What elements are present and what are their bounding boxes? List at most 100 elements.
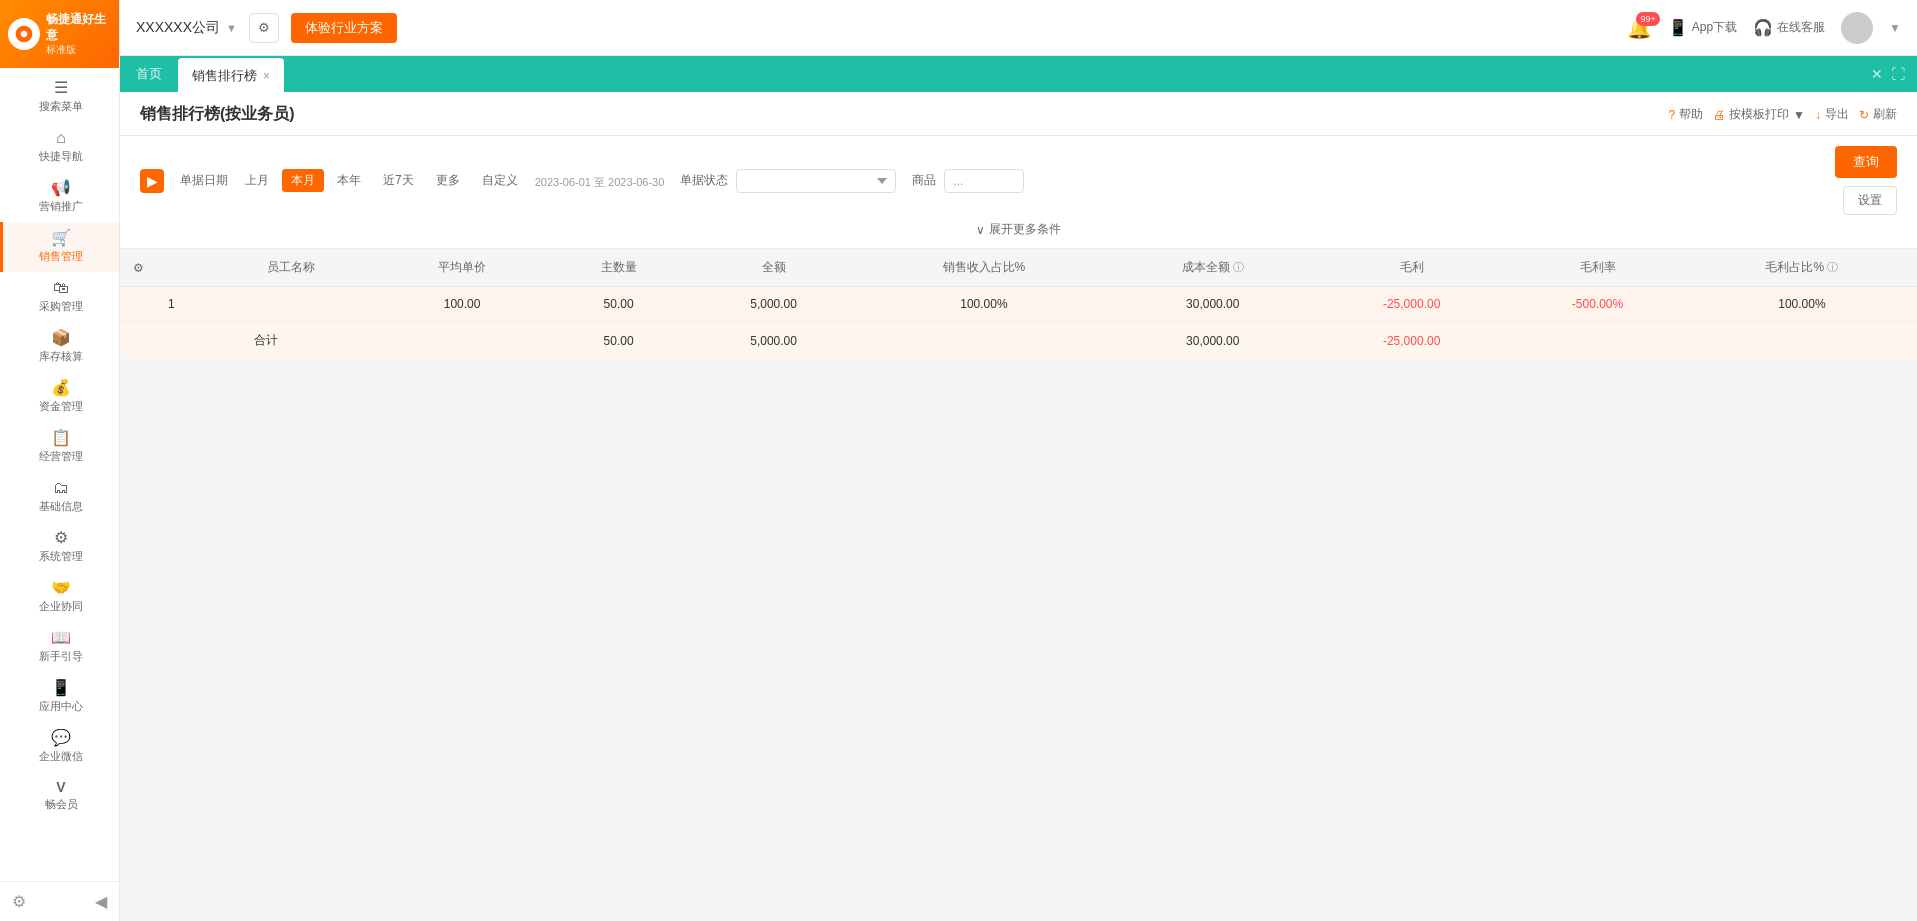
home-icon: ⌂ xyxy=(56,130,66,146)
tab-close-icon[interactable]: × xyxy=(263,69,270,83)
sidebar-item-marketing[interactable]: 📢 营销推广 xyxy=(0,172,119,222)
sidebar-item-search-menu[interactable]: ☰ 搜索菜单 xyxy=(0,72,119,122)
online-service-label: 在线客服 xyxy=(1777,19,1825,36)
table-wrapper: ⚙ 员工名称 平均单价 主数量 全额 销售收入占比% 成本全额 ⓘ 毛利 xyxy=(120,249,1917,921)
col-rank-header xyxy=(156,249,206,287)
col-amount-header: 全额 xyxy=(690,249,858,287)
table-row: 1 100.00 50.00 5,000.00 100.00% 30,000.0… xyxy=(120,287,1917,322)
filter-expand-arrow[interactable]: ▶ xyxy=(140,169,164,193)
template-print-label: 按模板打印 xyxy=(1729,106,1789,123)
tab-home[interactable]: 首页 xyxy=(120,56,178,92)
date-tab-last-7-days[interactable]: 近7天 xyxy=(374,169,423,192)
purchase-icon: 🛍 xyxy=(53,280,69,296)
close-window-icon[interactable]: ✕ xyxy=(1871,66,1883,82)
template-print-button[interactable]: 🖨 按模板打印 ▼ xyxy=(1713,106,1805,123)
sidebar-item-label: 系统管理 xyxy=(39,549,83,564)
sidebar-item-wechat[interactable]: 💬 企业微信 xyxy=(0,722,119,772)
notification-bell[interactable]: 🔔 99+ xyxy=(1627,16,1652,40)
row-rank-cell: 1 xyxy=(156,287,206,322)
app-logo: 畅捷通好生意 标准版 xyxy=(0,0,119,68)
sidebar-item-finance[interactable]: 💰 资金管理 xyxy=(0,372,119,422)
trial-plan-button[interactable]: 体验行业方案 xyxy=(291,13,397,43)
sidebar-item-basic-info[interactable]: 🗂 基础信息 xyxy=(0,472,119,522)
company-name: XXXXXX公司 xyxy=(136,19,220,37)
export-icon: ↓ xyxy=(1815,108,1821,122)
sidebar-item-label: 新手引导 xyxy=(39,649,83,664)
sidebar-item-sales[interactable]: 🛒 销售管理 xyxy=(0,222,119,272)
topbar: XXXXXX公司 ▼ ⚙ 体验行业方案 🔔 99+ 📱 App下载 🎧 在线客服 xyxy=(120,0,1917,56)
page-header: 销售排行榜(按业务员) ? 帮助 🖨 按模板打印 ▼ ↓ 导出 ↻ 刷新 xyxy=(120,92,1917,136)
date-tab-custom[interactable]: 自定义 xyxy=(473,169,527,192)
tab-sales-ranking[interactable]: 销售排行榜 × xyxy=(178,58,284,94)
sidebar-item-label: 销售管理 xyxy=(39,249,83,264)
col-avg-price-header: 平均单价 xyxy=(377,249,548,287)
sidebar-item-operations[interactable]: 📋 经营管理 xyxy=(0,422,119,472)
sidebar-item-collaboration[interactable]: 🤝 企业协同 xyxy=(0,572,119,622)
date-tab-more[interactable]: 更多 xyxy=(427,169,469,192)
sidebar-item-label: 采购管理 xyxy=(39,299,83,314)
footer-qty-cell: 50.00 xyxy=(547,322,689,360)
headset-icon: 🎧 xyxy=(1753,18,1773,37)
sidebar-nav: ☰ 搜索菜单 ⌂ 快捷导航 📢 营销推广 🛒 销售管理 🛍 采购管理 📦 库存核… xyxy=(0,68,119,881)
app-download-action[interactable]: 📱 App下载 xyxy=(1668,18,1737,37)
app-center-icon: 📱 xyxy=(51,680,71,696)
sidebar-item-label: 基础信息 xyxy=(39,499,83,514)
filter-bar: ▶ 单据日期 上月 本月 本年 近7天 更多 自定义 2023-06-01 至 … xyxy=(120,136,1917,249)
sidebar-item-quick-nav[interactable]: ⌂ 快捷导航 xyxy=(0,122,119,172)
app-brand-text: 畅捷通好生意 标准版 xyxy=(46,12,111,56)
collapse-sidebar-icon[interactable]: ◀ xyxy=(95,892,107,911)
tabbar: 首页 销售排行榜 × ✕ ⛶ xyxy=(120,56,1917,92)
footer-avg-price-cell xyxy=(377,322,548,360)
cost-info-icon: ⓘ xyxy=(1233,261,1244,273)
date-tab-this-year[interactable]: 本年 xyxy=(328,169,370,192)
maximize-window-icon[interactable]: ⛶ xyxy=(1891,66,1905,82)
main-content: XXXXXX公司 ▼ ⚙ 体验行业方案 🔔 99+ 📱 App下载 🎧 在线客服 xyxy=(120,0,1917,921)
date-tab-last-month[interactable]: 上月 xyxy=(236,169,278,192)
inventory-icon: 📦 xyxy=(51,330,71,346)
date-range-text: 2023-06-01 至 2023-06-30 xyxy=(535,176,665,188)
sidebar-item-label: 搜索菜单 xyxy=(39,99,83,114)
column-settings-icon[interactable]: ⚙ xyxy=(133,261,144,275)
status-filter-select[interactable] xyxy=(736,169,896,193)
sidebar-item-guide[interactable]: 📖 新手引导 xyxy=(0,622,119,672)
settings-button[interactable]: 设置 xyxy=(1843,186,1897,215)
date-tab-this-month[interactable]: 本月 xyxy=(282,169,324,192)
col-qty-header: 主数量 xyxy=(547,249,689,287)
footer-sales-pct-cell xyxy=(857,322,1110,360)
wechat-icon: 💬 xyxy=(51,730,71,746)
online-service-action[interactable]: 🎧 在线客服 xyxy=(1753,18,1825,37)
help-button[interactable]: ? 帮助 xyxy=(1668,106,1703,123)
company-selector[interactable]: XXXXXX公司 ▼ xyxy=(136,19,237,37)
settings-footer-icon[interactable]: ⚙ xyxy=(12,892,26,911)
sidebar-item-system[interactable]: ⚙ 系统管理 xyxy=(0,522,119,572)
query-button[interactable]: 查询 xyxy=(1835,146,1897,178)
date-filter-group: 单据日期 上月 本月 本年 近7天 更多 自定义 2023-06-01 至 20… xyxy=(180,169,664,192)
window-controls: ✕ ⛶ xyxy=(1859,66,1917,82)
sidebar-item-label: 应用中心 xyxy=(39,699,83,714)
topbar-settings-button[interactable]: ⚙ xyxy=(249,13,279,43)
table-footer-row: 合计 50.00 5,000.00 30,000.00 -25,000.00 xyxy=(120,322,1917,360)
chevron-down-icon: ∨ xyxy=(976,223,985,237)
sidebar-item-purchase[interactable]: 🛍 采购管理 xyxy=(0,272,119,322)
sidebar-item-inventory[interactable]: 📦 库存核算 xyxy=(0,322,119,372)
sidebar-item-label: 库存核算 xyxy=(39,349,83,364)
tab-sales-ranking-label: 销售排行榜 xyxy=(192,67,257,85)
sidebar-item-app-center[interactable]: 📱 应用中心 xyxy=(0,672,119,722)
topbar-right: 🔔 99+ 📱 App下载 🎧 在线客服 ▼ xyxy=(1627,12,1901,44)
export-button[interactable]: ↓ 导出 xyxy=(1815,106,1849,123)
product-filter-input[interactable]: ... xyxy=(944,169,1024,193)
expand-more-button[interactable]: ∨ 展开更多条件 xyxy=(140,221,1897,238)
sidebar-item-members[interactable]: V 畅会员 xyxy=(0,772,119,820)
row-amount-cell: 5,000.00 xyxy=(690,287,858,322)
user-avatar[interactable] xyxy=(1841,12,1873,44)
col-gross-pct-header: 毛利占比% ⓘ xyxy=(1687,249,1917,287)
table-area: ⚙ 员工名称 平均单价 主数量 全额 销售收入占比% 成本全额 ⓘ 毛利 xyxy=(120,249,1917,921)
print-dropdown-icon: ▼ xyxy=(1793,108,1805,122)
refresh-button[interactable]: ↻ 刷新 xyxy=(1859,106,1897,123)
col-sales-pct-header: 销售收入占比% xyxy=(857,249,1110,287)
help-icon: ? xyxy=(1668,108,1675,122)
row-gross-cell: -25,000.00 xyxy=(1315,287,1508,322)
footer-amount-cell: 5,000.00 xyxy=(690,322,858,360)
col-employee-header: 员工名称 xyxy=(206,249,377,287)
date-tabs: 上月 本月 本年 近7天 更多 自定义 xyxy=(236,169,527,192)
